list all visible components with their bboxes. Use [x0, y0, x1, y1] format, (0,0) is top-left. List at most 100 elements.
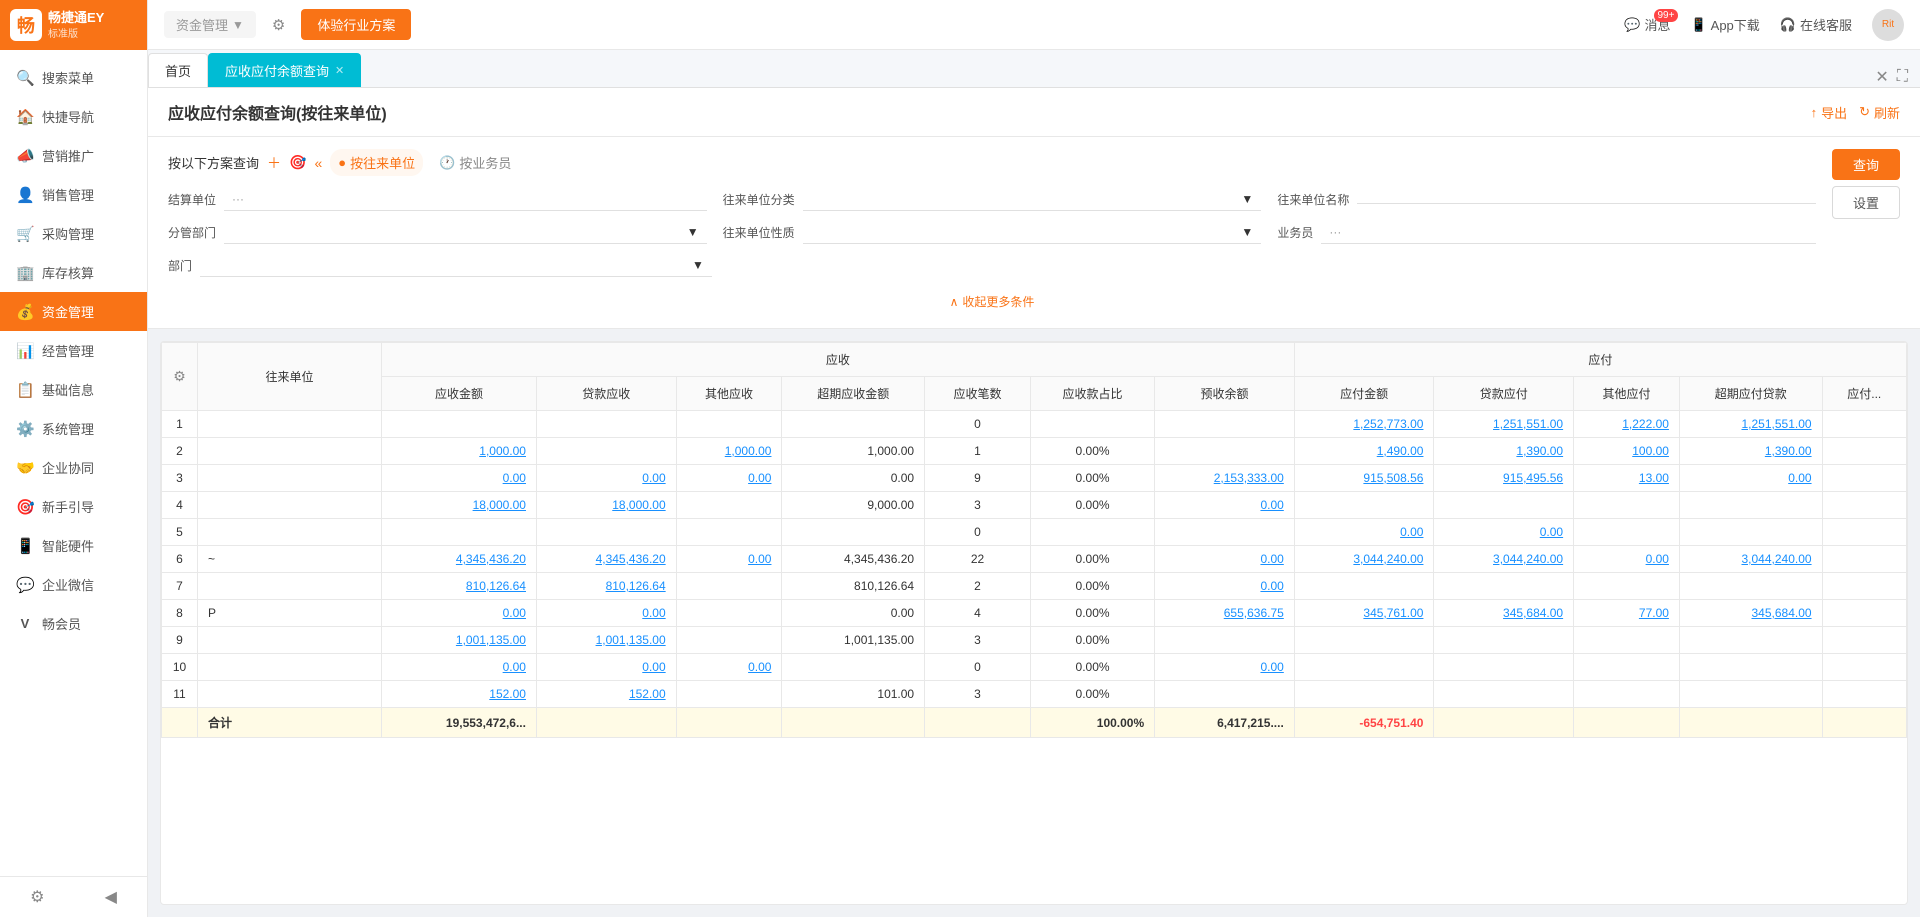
cell-link[interactable]: 1,251,551.00	[1741, 417, 1811, 431]
window-close-icon[interactable]: ✕	[1875, 67, 1888, 87]
cell-link[interactable]: 1,390.00	[1765, 444, 1812, 458]
prev-scheme-icon[interactable]: «	[314, 155, 322, 171]
cta-button[interactable]: 体验行业方案	[301, 9, 411, 40]
tab-home-label: 首页	[165, 61, 191, 80]
cell-link[interactable]: 1,490.00	[1377, 444, 1424, 458]
cell-link[interactable]: 655,636.75	[1224, 606, 1284, 620]
app-download-button[interactable]: 📱 App下载	[1690, 15, 1759, 34]
cell-link[interactable]: 0.00	[503, 471, 526, 485]
cell-link[interactable]: 1,001,135.00	[596, 633, 666, 647]
dept-input[interactable]: ▼	[200, 254, 712, 277]
cell-link[interactable]: 18,000.00	[612, 498, 665, 512]
partner-category-input[interactable]: ▼	[803, 188, 1262, 211]
cell-link[interactable]: 1,252,773.00	[1353, 417, 1423, 431]
sidebar-item-finance[interactable]: 💰 资金管理	[0, 292, 147, 331]
scheme-option-salesperson[interactable]: 🕐 按业务员	[431, 149, 519, 176]
scheme-option-partner[interactable]: ● 按往来单位	[330, 149, 423, 176]
sidebar-item-member[interactable]: V 畅会员	[0, 604, 147, 643]
sidebar-item-search[interactable]: 🔍 搜索菜单	[0, 58, 147, 97]
sidebar-item-wechat[interactable]: 💬 企业微信	[0, 565, 147, 604]
cell-link[interactable]: 0.00	[503, 606, 526, 620]
query-button[interactable]: 查询	[1832, 149, 1900, 180]
cell-link[interactable]: 0.00	[1260, 498, 1283, 512]
cell-link[interactable]: 1,390.00	[1516, 444, 1563, 458]
cell-link[interactable]: 0.00	[503, 660, 526, 674]
cell-link[interactable]: 1,000.00	[725, 444, 772, 458]
sidebar-item-basic[interactable]: 📋 基础信息	[0, 370, 147, 409]
cell-link[interactable]: 810,126.64	[606, 579, 666, 593]
cell-link[interactable]: 18,000.00	[473, 498, 526, 512]
sidebar-item-purchase[interactable]: 🛒 采购管理	[0, 214, 147, 253]
add-scheme-icon[interactable]: ＋	[267, 153, 281, 173]
cell-link[interactable]: 0.00	[748, 660, 771, 674]
cell-link[interactable]: 3,044,240.00	[1493, 552, 1563, 566]
cell-link[interactable]: 1,001,135.00	[456, 633, 526, 647]
cell-link[interactable]: 0.00	[1260, 660, 1283, 674]
sidebar-settings-icon[interactable]: ⚙	[30, 887, 44, 907]
cell-link[interactable]: 152.00	[629, 687, 666, 701]
cell-link[interactable]: 3,044,240.00	[1353, 552, 1423, 566]
cell-link[interactable]: 100.00	[1632, 444, 1669, 458]
cell-link[interactable]: 1,222.00	[1622, 417, 1669, 431]
partner-nature-input[interactable]: ▼	[803, 221, 1262, 244]
cell-link[interactable]: 3,044,240.00	[1741, 552, 1811, 566]
sidebar-item-system[interactable]: ⚙️ 系统管理	[0, 409, 147, 448]
window-maximize-icon[interactable]: ⛶	[1897, 68, 1908, 86]
settlement-unit-input[interactable]: ···	[224, 188, 707, 211]
cell-link[interactable]: 0.00	[1260, 552, 1283, 566]
filter-collapse-button[interactable]: ∧ 收起更多条件	[168, 287, 1816, 316]
cell-link[interactable]: 0.00	[642, 471, 665, 485]
cell-link[interactable]: 345,684.00	[1752, 606, 1812, 620]
sidebar-item-marketing[interactable]: 📣 营销推广	[0, 136, 147, 175]
service-button[interactable]: 🎧 在线客服	[1780, 15, 1852, 34]
sidebar-collapse-icon[interactable]: ◀	[105, 887, 117, 907]
cell-link[interactable]: 13.00	[1639, 471, 1669, 485]
cell-link[interactable]: 2,153,333.00	[1214, 471, 1284, 485]
edit-scheme-icon[interactable]: 🎯	[289, 154, 306, 171]
sidebar-item-guide[interactable]: 🎯 新手引导	[0, 487, 147, 526]
cell-link[interactable]: 0.00	[748, 471, 771, 485]
cell-link[interactable]: 0.00	[1260, 579, 1283, 593]
cell-link[interactable]: 345,761.00	[1363, 606, 1423, 620]
refresh-button[interactable]: ↻ 刷新	[1859, 103, 1900, 122]
cell-link[interactable]: 0.00	[1788, 471, 1811, 485]
cell-link[interactable]: 1,251,551.00	[1493, 417, 1563, 431]
table-row: 6~4,345,436.204,345,436.200.004,345,436.…	[162, 546, 1907, 573]
dept-manage-input[interactable]: ▼	[224, 221, 707, 244]
th-settings[interactable]: ⚙	[162, 343, 198, 411]
cell-link[interactable]: 810,126.64	[466, 579, 526, 593]
cell-link[interactable]: 0.00	[642, 660, 665, 674]
cell-link[interactable]: 345,684.00	[1503, 606, 1563, 620]
salesperson-input[interactable]: ···	[1321, 221, 1816, 244]
cell-link[interactable]: 0.00	[748, 552, 771, 566]
sidebar-item-sales[interactable]: 👤 销售管理	[0, 175, 147, 214]
sidebar-item-operation[interactable]: 📊 经营管理	[0, 331, 147, 370]
export-button[interactable]: ↑ 导出	[1811, 103, 1848, 122]
sidebar-item-quicknav[interactable]: 🏠 快捷导航	[0, 97, 147, 136]
cell-link[interactable]: 0.00	[1646, 552, 1669, 566]
tab-close-icon[interactable]: ✕	[335, 64, 344, 77]
cell-link[interactable]: 77.00	[1639, 606, 1669, 620]
sidebar-item-hardware[interactable]: 📱 智能硬件	[0, 526, 147, 565]
cell-link[interactable]: 4,345,436.20	[456, 552, 526, 566]
sidebar-item-inventory[interactable]: 🏢 库存核算	[0, 253, 147, 292]
cell-link[interactable]: 4,345,436.20	[596, 552, 666, 566]
cell-link[interactable]: 0.00	[642, 606, 665, 620]
cell-link[interactable]: 0.00	[1400, 525, 1423, 539]
topbar-breadcrumb[interactable]: 资金管理 ▼	[164, 11, 256, 38]
table-settings-icon[interactable]: ⚙	[173, 368, 186, 384]
cell-link[interactable]: 152.00	[489, 687, 526, 701]
partner-name-input[interactable]	[1357, 195, 1816, 204]
message-button[interactable]: 💬 消息 99+	[1624, 15, 1670, 34]
topbar-gear-icon[interactable]: ⚙	[272, 16, 285, 34]
cell-link[interactable]: 915,495.56	[1503, 471, 1563, 485]
setting-button[interactable]: 设置	[1832, 186, 1900, 219]
cell-link[interactable]: 1,000.00	[479, 444, 526, 458]
user-profile[interactable]: Rit	[1872, 9, 1904, 41]
table-area[interactable]: ⚙ 往来单位 应收 应付 应收金额 贷款应	[160, 341, 1908, 905]
sidebar-item-corp[interactable]: 🤝 企业协同	[0, 448, 147, 487]
cell-link[interactable]: 0.00	[1540, 525, 1563, 539]
tab-receivable-query[interactable]: 应收应付余额查询 ✕	[208, 53, 361, 87]
tab-home[interactable]: 首页	[148, 53, 208, 87]
cell-link[interactable]: 915,508.56	[1363, 471, 1423, 485]
